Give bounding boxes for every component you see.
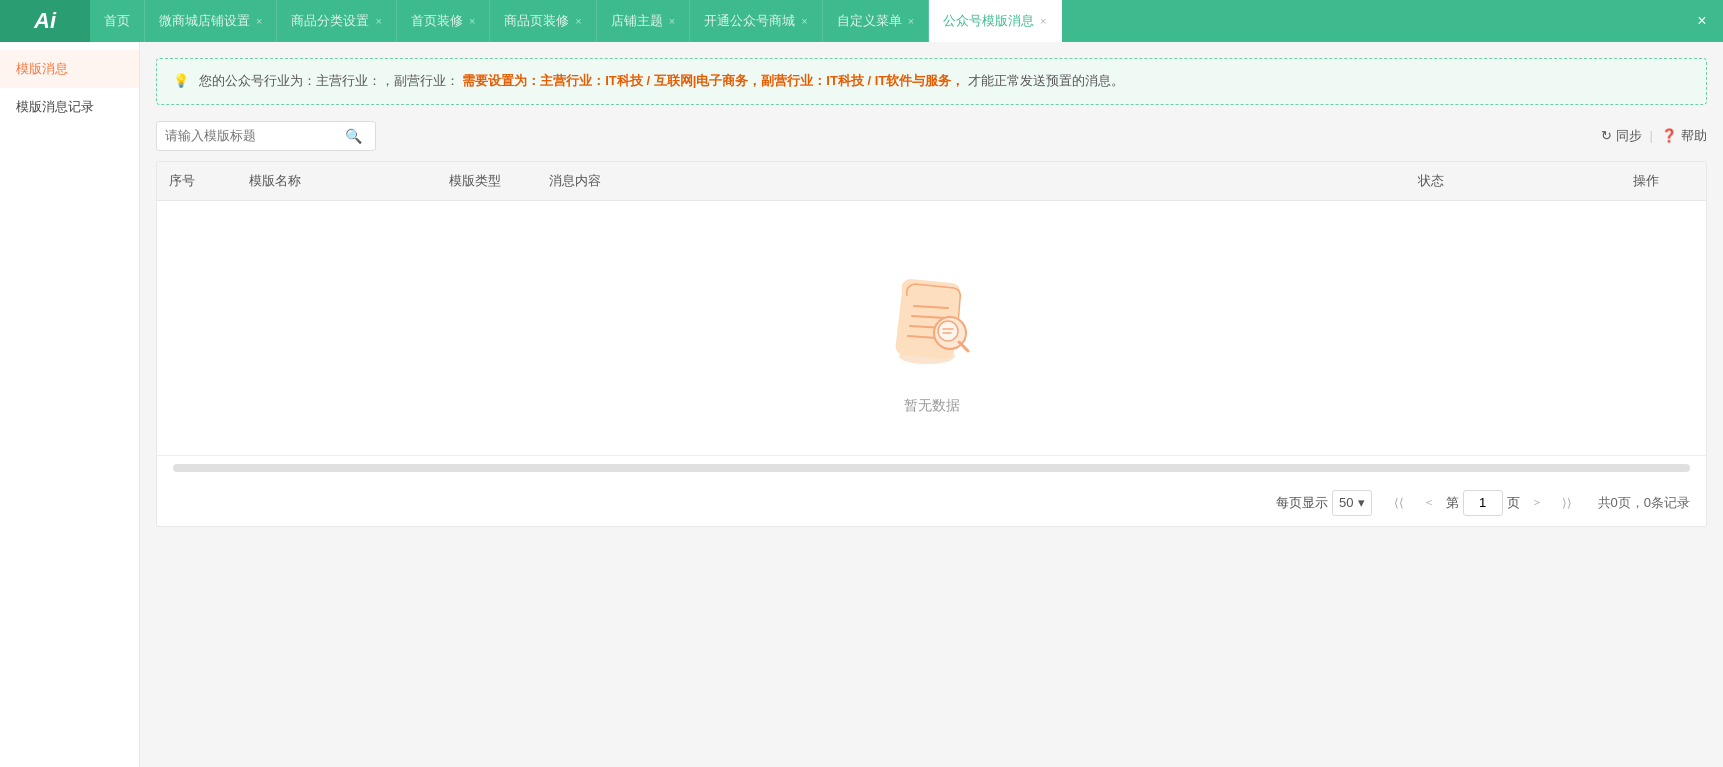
nav-tab-custom-menu[interactable]: 自定义菜单× [823, 0, 929, 42]
content-area: 💡 您的公众号行业为：主营行业：，副营行业： 需要设置为：主营行业：IT科技 /… [140, 42, 1723, 767]
table-header: 序号模版名称模版类型消息内容状态操作 [157, 162, 1706, 201]
pagination: 每页显示 50 ▾ ⟨⟨ ＜ 第 页 ＞ ⟩⟩ 共0页，0条记录 [157, 480, 1706, 526]
first-page-button[interactable]: ⟨⟨ [1386, 490, 1412, 516]
tab-close-store-theme[interactable]: × [669, 15, 675, 27]
table-header-type: 模版类型 [437, 162, 537, 200]
search-toolbar: 🔍 ↻ 同步 | ❓ 帮助 [156, 121, 1707, 151]
info-prefix: 您的公众号行业为：主营行业：，副营行业： [199, 73, 459, 88]
data-table: 序号模版名称模版类型消息内容状态操作 [156, 161, 1707, 527]
sync-label: 同步 [1616, 127, 1642, 145]
sidebar-item-template-record[interactable]: 模版消息记录 [0, 88, 139, 126]
empty-icon [872, 261, 992, 381]
nav-tab-open-wechat[interactable]: 开通公众号商城× [690, 0, 822, 42]
window-close-button[interactable]: × [1681, 0, 1723, 42]
nav-tabs: 首页微商城店铺设置×商品分类设置×首页装修×商品页装修×店铺主题×开通公众号商城… [90, 0, 1681, 42]
page-unit: 页 [1507, 494, 1520, 512]
tab-close-open-wechat[interactable]: × [801, 15, 807, 27]
page-size-value: 50 [1339, 495, 1353, 510]
tab-close-template-msg[interactable]: × [1040, 15, 1046, 27]
sync-button[interactable]: ↻ 同步 [1601, 127, 1642, 145]
nav-tab-product-decor[interactable]: 商品页装修× [490, 0, 596, 42]
info-highlight: 需要设置为：主营行业：IT科技 / 互联网|电子商务，副营行业：IT科技 / I… [462, 73, 964, 88]
app-logo: Ai [0, 0, 90, 42]
table-header-action: 操作 [1586, 162, 1706, 200]
nav-tab-store-theme[interactable]: 店铺主题× [597, 0, 690, 42]
info-banner: 💡 您的公众号行业为：主营行业：，副营行业： 需要设置为：主营行业：IT科技 /… [156, 58, 1707, 105]
top-nav: Ai 首页微商城店铺设置×商品分类设置×首页装修×商品页装修×店铺主题×开通公众… [0, 0, 1723, 42]
page-navigation: ⟨⟨ ＜ 第 页 ＞ ⟩⟩ [1386, 490, 1580, 516]
last-page-button[interactable]: ⟩⟩ [1554, 490, 1580, 516]
table-header-seq: 序号 [157, 162, 237, 200]
sidebar-item-template[interactable]: 模版消息 [0, 50, 139, 88]
nav-tab-category[interactable]: 商品分类设置× [277, 0, 396, 42]
next-page-button[interactable]: ＞ [1524, 490, 1550, 516]
sync-icon: ↻ [1601, 128, 1612, 143]
chevron-down-icon: ▾ [1358, 495, 1365, 510]
nav-tab-home[interactable]: 首页 [90, 0, 145, 42]
divider: | [1650, 128, 1653, 143]
empty-text: 暂无数据 [904, 397, 960, 415]
search-input[interactable] [165, 128, 345, 143]
nav-tab-home-decor[interactable]: 首页装修× [397, 0, 490, 42]
total-text: 共0页，0条记录 [1598, 494, 1690, 512]
search-box: 🔍 [156, 121, 376, 151]
main-layout: 模版消息模版消息记录 💡 您的公众号行业为：主营行业：，副营行业： 需要设置为：… [0, 42, 1723, 767]
tab-close-custom-menu[interactable]: × [908, 15, 914, 27]
table-header-status: 状态 [1406, 162, 1586, 200]
page-number-input[interactable] [1463, 490, 1503, 516]
search-icon[interactable]: 🔍 [345, 128, 362, 144]
help-label: 帮助 [1681, 127, 1707, 145]
nav-tab-wechat-store[interactable]: 微商城店铺设置× [145, 0, 277, 42]
bulb-icon: 💡 [173, 73, 189, 88]
tab-close-category[interactable]: × [375, 15, 381, 27]
page-size-select: 每页显示 50 ▾ [1276, 490, 1371, 516]
prev-page-button[interactable]: ＜ [1416, 490, 1442, 516]
svg-line-7 [959, 342, 968, 351]
help-icon: ❓ [1661, 128, 1677, 143]
sidebar: 模版消息模版消息记录 [0, 42, 140, 767]
tab-close-product-decor[interactable]: × [575, 15, 581, 27]
info-suffix: 才能正常发送预置的消息。 [968, 73, 1124, 88]
page-word: 第 [1446, 494, 1459, 512]
scrollbar-area [157, 455, 1706, 480]
page-size-label: 每页显示 [1276, 494, 1328, 512]
nav-tab-template-msg[interactable]: 公众号模版消息× [929, 0, 1061, 42]
horizontal-scrollbar[interactable] [173, 464, 1690, 472]
page-size-dropdown[interactable]: 50 ▾ [1332, 490, 1371, 516]
empty-state: 暂无数据 [157, 201, 1706, 455]
svg-point-6 [938, 321, 958, 341]
table-header-content: 消息内容 [537, 162, 1406, 200]
tab-close-wechat-store[interactable]: × [256, 15, 262, 27]
tab-close-home-decor[interactable]: × [469, 15, 475, 27]
help-button[interactable]: ❓ 帮助 [1661, 127, 1707, 145]
toolbar-right: ↻ 同步 | ❓ 帮助 [1601, 127, 1707, 145]
table-header-name: 模版名称 [237, 162, 437, 200]
